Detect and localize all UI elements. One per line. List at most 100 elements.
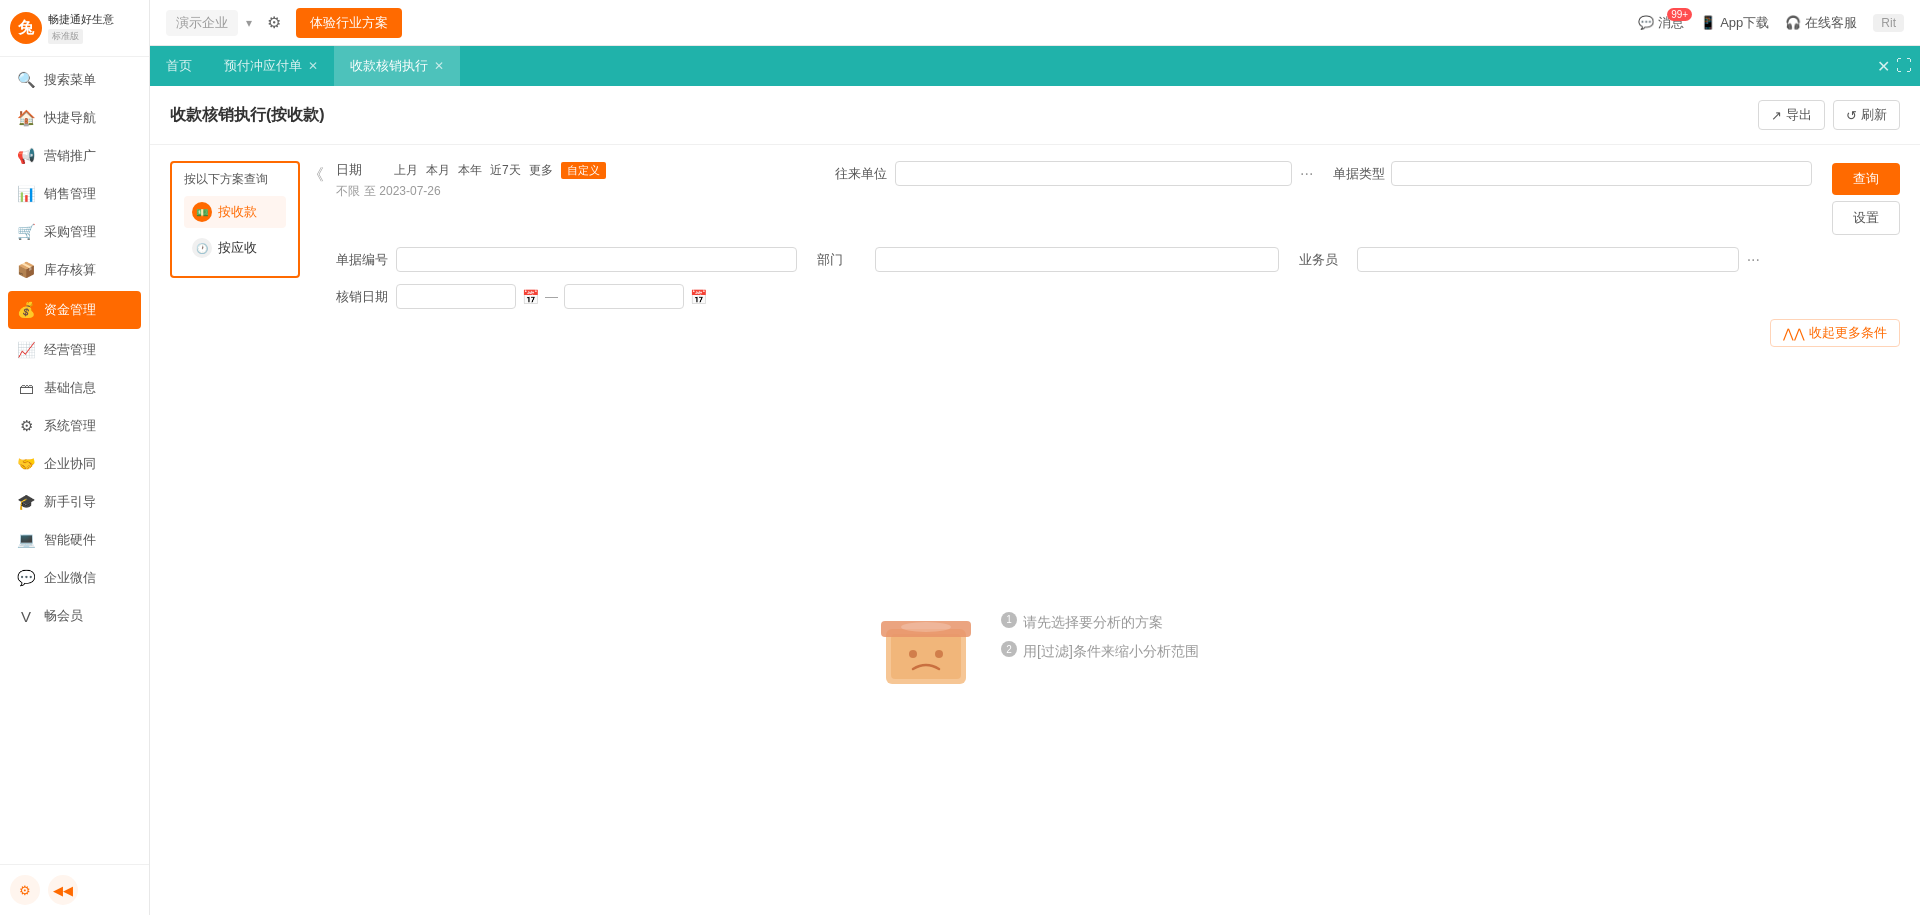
counterparty-filter-group: 往来单位 ···: [835, 161, 1314, 186]
sidebar-item-marketing[interactable]: 📢 营销推广: [0, 137, 149, 175]
chart-icon: 📊: [16, 185, 36, 203]
database-icon: 🗃: [16, 380, 36, 397]
doctype-select[interactable]: [1391, 161, 1812, 186]
company-name[interactable]: 演示企业: [166, 10, 238, 36]
phone-icon: 📱: [1700, 15, 1716, 30]
export-icon: ↗: [1771, 108, 1782, 123]
headset-icon: 🎧: [1785, 15, 1801, 30]
filter-area: 按以下方案查询 💵 按收款 🕐 按应收 《: [150, 145, 1920, 363]
sidebar-item-label: 畅会员: [44, 607, 83, 625]
service-label: 在线客服: [1805, 14, 1857, 32]
topbar-settings-button[interactable]: ⚙: [260, 9, 288, 37]
sidebar-item-hardware[interactable]: 💻 智能硬件: [0, 521, 149, 559]
date-link-lastmonth[interactable]: 上月: [394, 162, 418, 179]
sidebar-bottom: ⚙ ◀◀: [0, 864, 149, 915]
app-download-label: App下载: [1720, 14, 1769, 32]
date-link-thismonth[interactable]: 本月: [426, 162, 450, 179]
chevron-up-icon: ⋀⋀: [1783, 326, 1805, 341]
export-label: 导出: [1786, 106, 1812, 124]
industry-button[interactable]: 体验行业方案: [296, 8, 402, 38]
date-link-more[interactable]: 更多: [529, 162, 553, 179]
message-icon: 💬: [1638, 15, 1654, 30]
app-download-area[interactable]: 📱 App下载: [1700, 14, 1769, 32]
staff-filter-group: 业务员 ···: [1299, 247, 1760, 272]
tabs-right-controls: ✕ ⛶: [1877, 57, 1912, 76]
tab-bar: 首页 预付冲应付单 ✕ 收款核销执行 ✕ ✕ ⛶: [150, 46, 1920, 86]
filter-panel-collapse-icon[interactable]: 《: [308, 165, 324, 186]
verify-tab-label: 收款核销执行: [350, 57, 428, 75]
box-icon: 📦: [16, 261, 36, 279]
verify-date-to-input[interactable]: 2023-07-21: [564, 284, 684, 309]
sidebar-item-operation[interactable]: 📈 经营管理: [0, 331, 149, 369]
filter-option-label: 按收款: [218, 203, 257, 221]
sidebar-item-member[interactable]: V 畅会员: [0, 597, 149, 635]
sidebar-item-label: 快捷导航: [44, 109, 96, 127]
empty-content: 1 请先选择要分析的方案 2 用[过滤]条件来缩小分析范围: [871, 599, 1199, 679]
sidebar-item-search[interactable]: 🔍 搜索菜单: [0, 61, 149, 99]
collapse-more-button[interactable]: ⋀⋀ 收起更多条件: [1770, 319, 1900, 347]
search-icon: 🔍: [16, 71, 36, 89]
sidebar-item-label: 系统管理: [44, 417, 96, 435]
date-link-thisyear[interactable]: 本年: [458, 162, 482, 179]
sidebar-item-collab[interactable]: 🤝 企业协同: [0, 445, 149, 483]
dept-label: 部门: [817, 251, 867, 269]
docno-input[interactable]: [396, 247, 797, 272]
verify-date-range: 2023-03-01 📅 — 2023-07-21 📅: [396, 284, 707, 309]
collapse-sidebar-button[interactable]: ◀◀: [48, 875, 78, 905]
wechat-icon: 💬: [16, 569, 36, 587]
sidebar-item-basic[interactable]: 🗃 基础信息: [0, 369, 149, 407]
sidebar-item-finance[interactable]: 💰 资金管理: [8, 291, 141, 329]
logo-icon: 兔: [10, 12, 42, 44]
sidebar-item-wechat[interactable]: 💬 企业微信: [0, 559, 149, 597]
counterparty-picker-icon[interactable]: ···: [1300, 165, 1313, 183]
query-button[interactable]: 查询: [1832, 163, 1900, 195]
date-shortcuts: 上月 本月 本年 近7天 更多 自定义: [394, 162, 606, 179]
filter-option-by-receivable[interactable]: 🕐 按应收: [184, 232, 286, 264]
staff-input[interactable]: [1357, 247, 1739, 272]
collapse-more-label: 收起更多条件: [1809, 324, 1887, 342]
svg-point-5: [901, 622, 951, 632]
sidebar-item-inventory[interactable]: 📦 库存核算: [0, 251, 149, 289]
tab-prepay[interactable]: 预付冲应付单 ✕: [208, 46, 334, 86]
counterparty-input[interactable]: [895, 161, 1292, 186]
message-area[interactable]: 💬 消息 99+: [1638, 14, 1684, 32]
prepay-tab-close-icon[interactable]: ✕: [308, 59, 318, 73]
export-button[interactable]: ↗ 导出: [1758, 100, 1825, 130]
sidebar-item-purchase[interactable]: 🛒 采购管理: [0, 213, 149, 251]
tab-home[interactable]: 首页: [150, 46, 208, 86]
empty-hint-1: 1 请先选择要分析的方案: [1001, 610, 1199, 635]
tab-verify[interactable]: 收款核销执行 ✕: [334, 46, 460, 86]
verify-date-from-cal-icon[interactable]: 📅: [522, 289, 539, 305]
staff-picker-icon[interactable]: ···: [1747, 251, 1760, 269]
sidebar-item-system[interactable]: ⚙ 系统管理: [0, 407, 149, 445]
user-avatar[interactable]: Rit: [1873, 14, 1904, 32]
filter-option-by-receipt[interactable]: 💵 按收款: [184, 196, 286, 228]
doctype-filter-group: 单据类型: [1333, 161, 1812, 186]
expand-window-icon[interactable]: ⛶: [1896, 57, 1912, 75]
sidebar-item-sales[interactable]: 📊 销售管理: [0, 175, 149, 213]
settings-button[interactable]: ⚙: [10, 875, 40, 905]
company-dropdown-icon[interactable]: ▾: [246, 16, 252, 30]
computer-icon: 💻: [16, 531, 36, 549]
prepay-tab-label: 预付冲应付单: [224, 57, 302, 75]
verify-tab-close-icon[interactable]: ✕: [434, 59, 444, 73]
settings-button-filter[interactable]: 设置: [1832, 201, 1900, 235]
handshake-icon: 🤝: [16, 455, 36, 473]
verify-date-to-cal-icon[interactable]: 📅: [690, 289, 707, 305]
app-badge: 标准版: [48, 29, 83, 44]
sidebar-item-label: 搜索菜单: [44, 71, 96, 89]
receipt-icon: 💵: [192, 202, 212, 222]
verify-date-from-input[interactable]: 2023-03-01: [396, 284, 516, 309]
sidebar-item-quicknav[interactable]: 🏠 快捷导航: [0, 99, 149, 137]
refresh-button[interactable]: ↺ 刷新: [1833, 100, 1900, 130]
date-link-7days[interactable]: 近7天: [490, 162, 521, 179]
custom-date-badge[interactable]: 自定义: [561, 162, 606, 179]
sidebar-item-label: 销售管理: [44, 185, 96, 203]
dept-select[interactable]: [875, 247, 1278, 272]
staff-label: 业务员: [1299, 251, 1349, 269]
online-service-area[interactable]: 🎧 在线客服: [1785, 14, 1857, 32]
sidebar-item-guide[interactable]: 🎓 新手引导: [0, 483, 149, 521]
home-icon: 🏠: [16, 109, 36, 127]
close-window-icon[interactable]: ✕: [1877, 57, 1890, 76]
topbar-right: 💬 消息 99+ 📱 App下载 🎧 在线客服 Rit: [1638, 14, 1904, 32]
